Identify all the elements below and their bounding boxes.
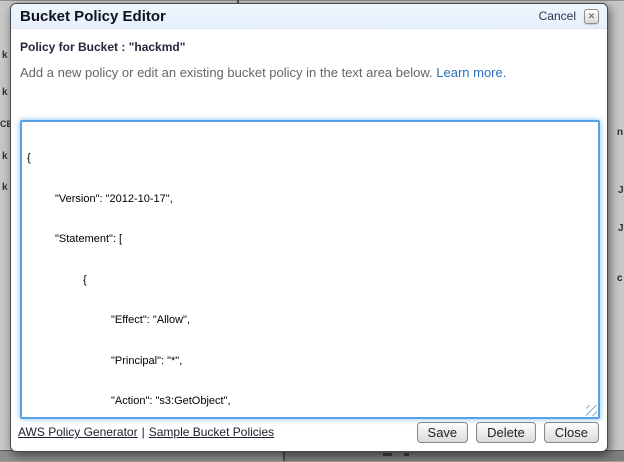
dialog-body: Policy for Bucket : "hackmd" Add a new p… bbox=[11, 29, 607, 419]
background-panel bbox=[0, 451, 283, 461]
close-icon[interactable]: ✕ bbox=[584, 9, 599, 24]
policy-for-bucket-label: Policy for Bucket : "hackmd" bbox=[20, 40, 598, 54]
link-separator: | bbox=[142, 425, 145, 439]
dialog-title: Bucket Policy Editor bbox=[20, 8, 166, 25]
sample-bucket-policies-link[interactable]: Sample Bucket Policies bbox=[149, 425, 274, 439]
background-divider bbox=[283, 451, 285, 461]
bg-text-fragment: k bbox=[2, 151, 8, 162]
policy-line: "Action": "s3:GetObject", bbox=[27, 395, 593, 409]
dialog-header: Bucket Policy Editor Cancel ✕ bbox=[11, 4, 607, 29]
close-button[interactable]: Close bbox=[544, 422, 599, 443]
policy-line: "Effect": "Allow", bbox=[27, 314, 593, 328]
bg-text-fragment: c bbox=[617, 273, 623, 284]
bg-text-fragment: J bbox=[618, 223, 624, 234]
bg-text-fragment: n bbox=[617, 127, 623, 138]
cancel-link[interactable]: Cancel bbox=[539, 9, 576, 23]
policy-line: "Version": "2012-10-17", bbox=[27, 193, 593, 207]
delete-button[interactable]: Delete bbox=[476, 422, 536, 443]
save-button[interactable]: Save bbox=[417, 422, 469, 443]
policy-line: "Principal": "*", bbox=[27, 355, 593, 369]
bg-text-fragment bbox=[404, 453, 409, 456]
learn-more-link[interactable]: Learn more. bbox=[436, 65, 506, 80]
policy-line: { bbox=[27, 274, 593, 288]
footer-buttons: Save Delete Close bbox=[409, 422, 599, 443]
page-background: k k CE k k n J J c Bucket Policy Editor … bbox=[0, 0, 624, 462]
bg-text-fragment: J bbox=[618, 185, 624, 196]
bg-text-fragment: k bbox=[2, 50, 8, 61]
dialog-footer: AWS Policy Generator | Sample Bucket Polic… bbox=[11, 417, 607, 451]
aws-policy-generator-link[interactable]: AWS Policy Generator bbox=[18, 425, 138, 439]
footer-links: AWS Policy Generator | Sample Bucket Polic… bbox=[18, 425, 274, 439]
description-text: Add a new policy or edit an existing buc… bbox=[20, 65, 598, 80]
bg-text-fragment: k bbox=[2, 87, 8, 98]
background-divider bbox=[0, 0, 624, 1]
bucket-policy-editor-dialog: Bucket Policy Editor Cancel ✕ Policy for… bbox=[10, 3, 608, 452]
bg-text-fragment: k bbox=[2, 182, 8, 193]
policy-line: "Statement": [ bbox=[27, 233, 593, 247]
textarea-resize-handle-icon[interactable] bbox=[586, 405, 597, 416]
description-main: Add a new policy or edit an existing buc… bbox=[20, 65, 433, 80]
policy-textarea[interactable]: { "Version": "2012-10-17", "Statement": … bbox=[20, 120, 600, 419]
bg-text-fragment bbox=[383, 453, 392, 456]
policy-line: { bbox=[27, 152, 593, 166]
